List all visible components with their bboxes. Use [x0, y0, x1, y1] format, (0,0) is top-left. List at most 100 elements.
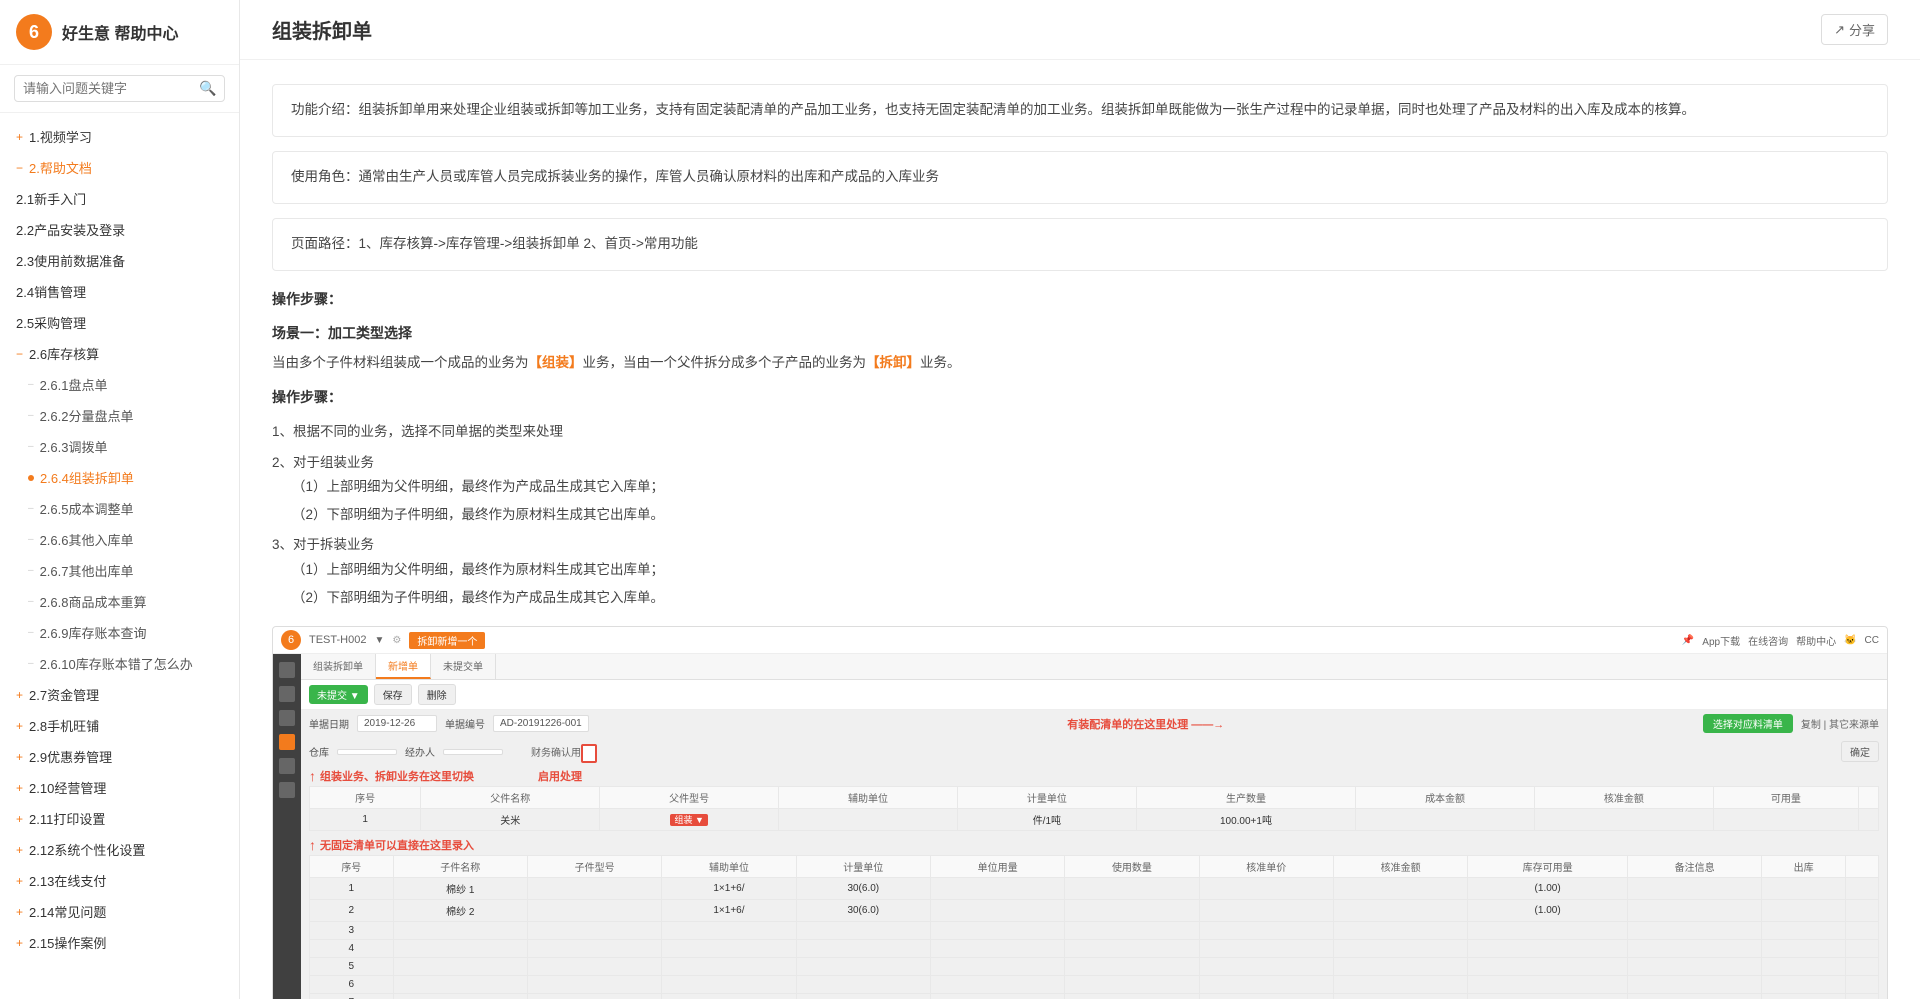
mock-th-action — [1859, 787, 1879, 809]
mock-td-avail — [1713, 809, 1858, 831]
nav-item-label: 2.6库存核算 — [29, 344, 99, 363]
search-input[interactable] — [23, 81, 199, 96]
sidebar-item-2-10[interactable]: +2.10经营管理 — [0, 772, 239, 803]
mock-toolbar: 未提交 ▼ 保存 删除 — [301, 680, 1887, 710]
sidebar-item-2-9[interactable]: +2.9优惠券管理 — [0, 741, 239, 772]
sidebar-item-2-8[interactable]: +2.8手机旺铺 — [0, 710, 239, 741]
mock-sub-th-each: 单位用量 — [930, 856, 1064, 878]
sidebar-item-2-6-10[interactable]: –2.6.10库存账本错了怎么办 — [0, 648, 239, 679]
nav-item-label: 2.6.7其他出库单 — [40, 561, 134, 580]
sidebar-item-2-7[interactable]: +2.7资金管理 — [0, 679, 239, 710]
mock-sub-th-unit: 计量单位 — [796, 856, 930, 878]
sidebar-item-2-6-8[interactable]: –2.6.8商品成本重算 — [0, 586, 239, 617]
mock-sub-td-stock2: (1.00) — [1468, 900, 1628, 922]
logo-title: 好生意 帮助中心 — [62, 20, 178, 44]
nav-item-label: 2.11打印设置 — [29, 809, 105, 828]
annotation-free-arrow: ↑ — [309, 837, 316, 853]
annotation-type-text: 组装业务、拆卸业务在这里切换 — [320, 768, 474, 784]
mock-date-label: 单据日期 — [309, 716, 349, 731]
sidebar-item-2-6-6[interactable]: –2.6.6其他入库单 — [0, 524, 239, 555]
sidebar-item-2-6-9[interactable]: –2.6.9库存账本查询 — [0, 617, 239, 648]
sidebar-item-2-6-1[interactable]: –2.6.1盘点单 — [0, 369, 239, 400]
step2: 2、对于组装业务 （1）上部明细为父件明细，最终作为产成品生成其它入库单； （2… — [272, 451, 1888, 528]
table-row: 1 关米 组装 ▼ 件/1吨 100.00+1吨 — [310, 809, 1879, 831]
sidebar-item-2-4[interactable]: 2.4销售管理 — [0, 276, 239, 307]
scenario1-title: 场景一：加工类型选择 — [272, 323, 1888, 343]
nav-item-label: 2.6.1盘点单 — [40, 375, 108, 394]
main-content: 组装拆卸单 ↗ 分享 功能介绍：组装拆卸单用来处理企业组装或拆卸等加工业务，支持… — [240, 0, 1920, 999]
sidebar-item-2-12[interactable]: +2.12系统个性化设置 — [0, 834, 239, 865]
mock-sub-th-aux: 辅助单位 — [662, 856, 796, 878]
mock-store-label: 仓库 — [309, 744, 329, 759]
mock-td-seq: 1 — [310, 809, 421, 831]
mock-main: 组装拆卸单 新增单 未提交单 未提交 ▼ 保存 删除 单据日期 — [301, 654, 1887, 999]
nav-tree: +1.视频学习−2.帮助文档2.1新手入门 2.2产品安装及登录 2.3使用前数据准… — [0, 113, 239, 999]
share-label: 分享 — [1849, 20, 1875, 39]
sidebar-item-2-13[interactable]: +2.13在线支付 — [0, 865, 239, 896]
sidebar: 6 好生意 帮助中心 🔍 +1.视频学习−2.帮助文档2.1新手入门2.2产品安… — [0, 0, 240, 999]
sidebar-item-2-6-3[interactable]: –2.6.3调拨单 — [0, 431, 239, 462]
page-title: 组装拆卸单 — [272, 15, 372, 44]
dash-icon: – — [28, 441, 34, 452]
mock-td-aux — [779, 809, 958, 831]
mock-sidebar-icon2 — [279, 686, 295, 702]
sidebar-item-2-1[interactable]: 2.1新手入门 — [0, 183, 239, 214]
mock-sub-th-action — [1845, 856, 1878, 878]
mock-sub-td-stock1: (1.00) — [1468, 878, 1628, 900]
table-row: 3 — [310, 922, 1879, 940]
plus-icon: + — [16, 874, 23, 888]
annotation-type-arrow: ↑ — [309, 768, 316, 784]
nav-item-label: 2.7资金管理 — [29, 685, 99, 704]
plus-icon: + — [16, 936, 23, 950]
dash-icon: – — [28, 627, 34, 638]
annotation-free: ↑ 无固定清单可以直接在这里录入 — [301, 835, 1887, 855]
sidebar-item-2-6-2[interactable]: –2.6.2分量盘点单 — [0, 400, 239, 431]
search-icon[interactable]: 🔍 — [199, 80, 216, 97]
nav-item-label: 2.4销售管理 — [16, 282, 86, 301]
plus-icon: + — [16, 719, 23, 733]
scenario1-title-text: 场景一：加工类型选择 — [272, 325, 412, 341]
nav-item-label: 2.6.6其他入库单 — [40, 530, 134, 549]
sidebar-item-2-3[interactable]: 2.3使用前数据准备 — [0, 245, 239, 276]
nav-item-label: 2.6.10库存账本错了怎么办 — [40, 654, 193, 673]
mock-td-unit: 件/1吨 — [957, 809, 1136, 831]
mock-th-seq: 序号 — [310, 787, 421, 809]
annotation-type: ↑ 组装业务、拆卸业务在这里切换 启用处理 — [301, 766, 1887, 786]
mock-parent-table-wrap: 序号 父件名称 父件型号 辅助单位 计量单位 生产数量 成本金额 核准金额 可用 — [301, 786, 1887, 835]
sidebar-item-2-14[interactable]: +2.14常见问题 — [0, 896, 239, 927]
path-intro-block: 页面路径：1、库存核算->库存管理->组装拆卸单 2、首页->常用功能 — [272, 218, 1888, 271]
sidebar-item-2-5[interactable]: 2.5采购管理 — [0, 307, 239, 338]
plus-icon: + — [16, 905, 23, 919]
mock-tab-new: 新增单 — [376, 654, 431, 679]
sidebar-item-2-6-7[interactable]: –2.6.7其他出库单 — [0, 555, 239, 586]
sidebar-item-2-2[interactable]: 2.2产品安装及登录 — [0, 214, 239, 245]
mock-sidebar-icon3 — [279, 710, 295, 726]
mock-sub-th-price: 核准单价 — [1199, 856, 1333, 878]
sidebar-item-2-11[interactable]: +2.11打印设置 — [0, 803, 239, 834]
mock-sub-td-note2 — [1627, 900, 1761, 922]
mock-order-label: 单据编号 — [445, 716, 485, 731]
sidebar-item-2[interactable]: −2.帮助文档 — [0, 152, 239, 183]
plus-icon: + — [16, 781, 23, 795]
nav-item-label: 2.5采购管理 — [16, 313, 86, 332]
sidebar-item-2-6[interactable]: −2.6库存核算 — [0, 338, 239, 369]
nav-item-label: 2.10经营管理 — [29, 778, 106, 797]
mock-th-qty: 生产数量 — [1136, 787, 1355, 809]
share-button[interactable]: ↗ 分享 — [1821, 14, 1888, 45]
nav-item-label: 2.2产品安装及登录 — [16, 220, 125, 239]
mock-sub-th-note: 备注信息 — [1627, 856, 1761, 878]
table-row: 7 — [310, 994, 1879, 999]
nav-item-label: 2.6.8商品成本重算 — [40, 592, 147, 611]
step2-sub2: （2）下部明细为子件明细，最终作为原材料生成其它出库单。 — [292, 503, 1888, 527]
steps-title: 操作步骤： — [272, 385, 1888, 410]
mock-worker-input — [443, 749, 503, 755]
sidebar-item-1[interactable]: +1.视频学习 — [0, 121, 239, 152]
search-input-wrap[interactable]: 🔍 — [14, 75, 225, 102]
annotation-enable-text: 启用处理 — [538, 768, 582, 784]
mock-sub-td-out2 — [1762, 900, 1846, 922]
sidebar-item-2-6-4[interactable]: 2.6.4组装拆卸单 — [0, 462, 239, 493]
sidebar-item-2-6-5[interactable]: –2.6.5成本调整单 — [0, 493, 239, 524]
mock-sub-td-note1 — [1627, 878, 1761, 900]
sidebar-item-2-15[interactable]: +2.15操作案例 — [0, 927, 239, 958]
table-row: 4 — [310, 940, 1879, 958]
